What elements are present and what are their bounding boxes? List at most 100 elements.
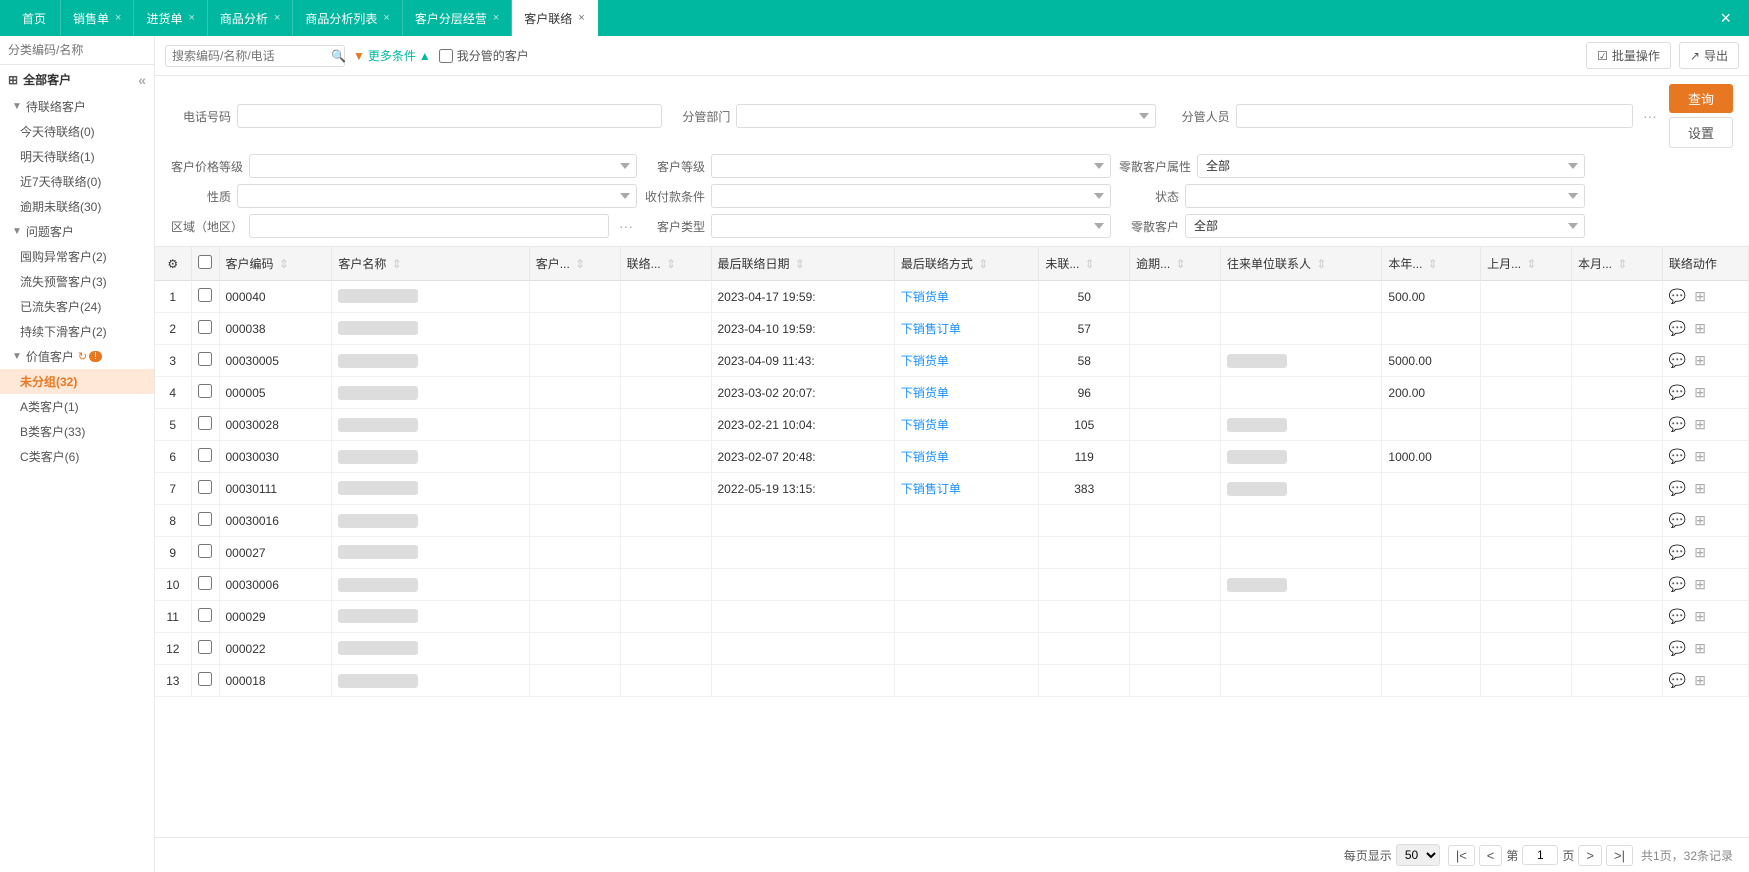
more-conditions-btn[interactable]: ▼ 更多条件 ▲ [353,47,431,64]
grid-action-icon[interactable]: ⊞ [1694,416,1706,433]
last-way-link[interactable]: 下销货单 [901,450,949,464]
cell-check[interactable] [191,473,219,505]
cell-check[interactable] [191,409,219,441]
sidebar-item-7days[interactable]: 近7天待联络(0) [0,169,154,194]
sidebar-group-value[interactable]: ▼ 价值客户 ↻ ! [0,344,154,369]
grid-action-icon[interactable]: ⊞ [1694,512,1706,529]
sidebar-item-class-b[interactable]: B类客户(33) [0,419,154,444]
cell-check[interactable] [191,633,219,665]
row-checkbox[interactable] [198,544,212,558]
sidebar-group-problem[interactable]: ▼ 问题客户 [0,219,154,244]
row-checkbox[interactable] [198,672,212,686]
chat-icon[interactable]: 💬 [1669,512,1686,529]
nav-tab-product-analysis[interactable]: 商品分析 × [208,0,293,36]
cell-last-way[interactable]: 下销货单 [894,377,1038,409]
last-way-link[interactable]: 下销货单 [901,386,949,400]
row-checkbox[interactable] [198,512,212,526]
payment-select[interactable] [711,184,1111,208]
chat-icon[interactable]: 💬 [1669,448,1686,465]
cell-last-way[interactable]: 下销货单 [894,409,1038,441]
nature-select[interactable] [237,184,637,208]
chat-icon[interactable]: 💬 [1669,352,1686,369]
grid-action-icon[interactable]: ⊞ [1694,544,1706,561]
cell-last-way[interactable] [894,537,1038,569]
chat-icon[interactable]: 💬 [1669,416,1686,433]
cell-check[interactable] [191,601,219,633]
row-checkbox[interactable] [198,384,212,398]
grid-action-icon[interactable]: ⊞ [1694,576,1706,593]
th-this-month[interactable]: 本月... ⇕ [1571,247,1662,281]
chat-icon[interactable]: 💬 [1669,288,1686,305]
cust-type-select[interactable] [711,214,1111,238]
chat-icon[interactable]: 💬 [1669,544,1686,561]
tab-purchase-close[interactable]: × [188,12,194,24]
filter-search-icon[interactable]: 🔍 [331,49,346,63]
select-all-checkbox[interactable] [198,255,212,269]
my-customers-checkbox[interactable] [439,49,453,63]
row-checkbox[interactable] [198,448,212,462]
refresh-icon[interactable]: ↻ [78,350,87,363]
sidebar-item-churned[interactable]: 已流失客户(24) [0,294,154,319]
row-checkbox[interactable] [198,576,212,590]
nav-tab-product-list[interactable]: 商品分析列表 × [293,0,402,36]
nav-tab-sales[interactable]: 销售单 × [61,0,134,36]
chat-icon[interactable]: 💬 [1669,672,1686,689]
th-overdue[interactable]: 逾期... ⇕ [1130,247,1221,281]
sidebar-item-class-c[interactable]: C类客户(6) [0,444,154,469]
sidebar-item-today[interactable]: 今天待联络(0) [0,119,154,144]
nav-tab-purchase[interactable]: 进货单 × [134,0,207,36]
region-more-btn[interactable]: ··· [615,218,637,234]
manager-more-btn[interactable]: ··· [1639,108,1661,124]
th-gear[interactable]: ⚙ [155,247,191,281]
per-page-select[interactable]: 50 [1396,844,1440,866]
th-contact[interactable]: 联络... ⇕ [620,247,711,281]
grid-action-icon[interactable]: ⊞ [1694,320,1706,337]
chat-icon[interactable]: 💬 [1669,480,1686,497]
cell-last-way[interactable]: 下销售订单 [894,473,1038,505]
sidebar-collapse-btn[interactable]: « [138,72,146,88]
sidebar-item-declining[interactable]: 持续下滑客户(2) [0,319,154,344]
grid-action-icon[interactable]: ⊞ [1694,640,1706,657]
th-last-month[interactable]: 上月... ⇕ [1481,247,1572,281]
row-checkbox[interactable] [198,320,212,334]
cell-last-way[interactable] [894,665,1038,697]
row-checkbox[interactable] [198,416,212,430]
batch-ops-button[interactable]: ☑ 批量操作 [1586,42,1671,69]
nav-home[interactable]: 首页 [8,0,61,36]
tab-sales-close[interactable]: × [115,12,121,24]
th-code[interactable]: 客户编码 ⇕ [219,247,332,281]
cell-last-way[interactable]: 下销货单 [894,345,1038,377]
grid-action-icon[interactable]: ⊞ [1694,448,1706,465]
zero-cust-select[interactable]: 全部 [1185,214,1585,238]
th-name[interactable]: 客户名称 ⇕ [332,247,529,281]
cell-check[interactable] [191,441,219,473]
sidebar-item-ungrouped[interactable]: 未分组(32) [0,369,154,394]
th-last-way[interactable]: 最后联络方式 ⇕ [894,247,1038,281]
row-checkbox[interactable] [198,608,212,622]
row-checkbox[interactable] [198,480,212,494]
row-checkbox[interactable] [198,352,212,366]
cell-check[interactable] [191,569,219,601]
next-page-btn[interactable]: > [1578,845,1602,866]
th-last-date[interactable]: 最后联络日期 ⇕ [711,247,894,281]
cell-check[interactable] [191,345,219,377]
sidebar-item-overdue[interactable]: 逾期未联络(30) [0,194,154,219]
manager-input[interactable] [1236,104,1633,128]
cell-check[interactable] [191,281,219,313]
page-input[interactable] [1522,845,1558,865]
last-way-link[interactable]: 下销售订单 [901,322,961,336]
zero-attr-select[interactable]: 全部 [1197,154,1585,178]
query-button[interactable]: 查询 [1669,84,1733,113]
reset-button[interactable]: 设置 [1669,117,1733,148]
sidebar-group-pending[interactable]: ▼ 待联络客户 [0,94,154,119]
cust-level-select[interactable] [711,154,1111,178]
export-button[interactable]: ↗ 导出 [1679,42,1739,69]
sidebar-item-class-a[interactable]: A类客户(1) [0,394,154,419]
cell-last-way[interactable] [894,633,1038,665]
chat-icon[interactable]: 💬 [1669,640,1686,657]
first-page-btn[interactable]: |< [1448,845,1475,866]
cell-last-way[interactable]: 下销售订单 [894,313,1038,345]
filter-search-input[interactable] [172,49,327,63]
cell-last-way[interactable] [894,601,1038,633]
dept-select[interactable] [736,104,1155,128]
